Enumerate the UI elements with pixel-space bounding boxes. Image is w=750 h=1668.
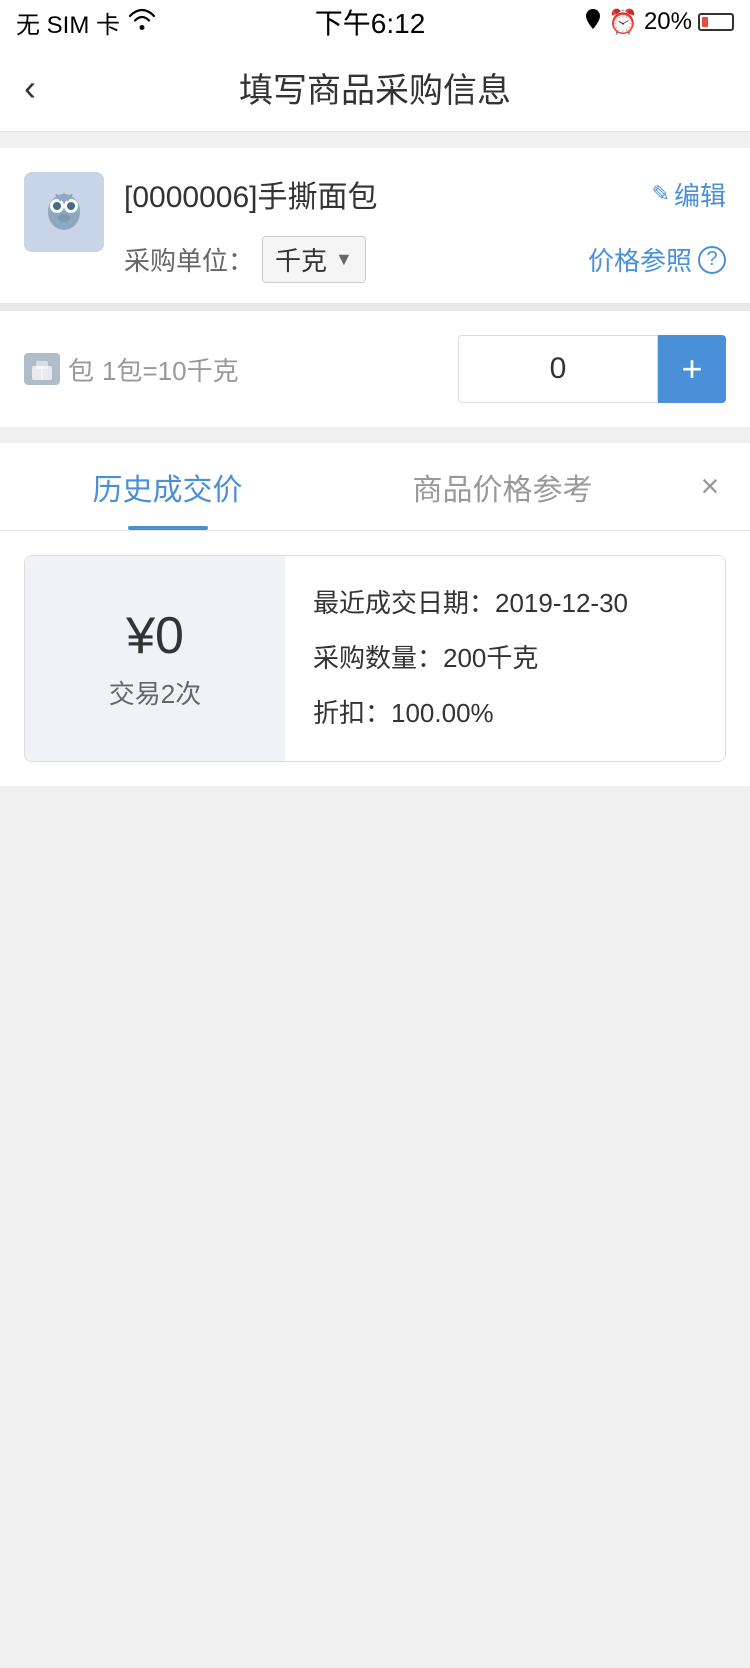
status-left: 无 SIM 卡	[16, 5, 156, 40]
product-thumb-icon	[38, 182, 90, 243]
pack-label: 包	[68, 351, 94, 388]
plus-icon: +	[681, 348, 702, 390]
alarm-icon: ⏰	[608, 8, 638, 37]
tabs-header: 历史成交价 商品价格参考 ×	[0, 443, 750, 531]
edit-button[interactable]: ✎ 编辑	[652, 176, 726, 213]
history-price-symbol: ¥	[126, 607, 155, 665]
product-name: [0000006]手撕面包	[124, 172, 377, 216]
product-name-row: [0000006]手撕面包 ✎ 编辑	[124, 172, 726, 216]
divider	[0, 303, 750, 311]
history-date-label: 最近成交日期：	[313, 588, 495, 618]
unit-value: 千克	[275, 241, 327, 278]
product-card: [0000006]手撕面包 ✎ 编辑 采购单位： 千克 ▼ 价格参照 ?	[0, 148, 750, 303]
tabs-panel: 历史成交价 商品价格参考 × ¥0 交易2次 最近成交日期：2019-12-30…	[0, 443, 750, 786]
history-price-value: 0	[155, 607, 184, 665]
status-bar: 无 SIM 卡 下午6:12 ⏰ 20%	[0, 0, 750, 44]
status-time: 下午6:12	[315, 2, 426, 42]
history-price: ¥0	[126, 606, 184, 666]
history-card: ¥0 交易2次 最近成交日期：2019-12-30 采购数量：200千克 折扣：…	[24, 555, 726, 762]
battery-icon	[698, 13, 734, 31]
history-right-panel: 最近成交日期：2019-12-30 采购数量：200千克 折扣：100.00%	[285, 556, 725, 761]
history-quantity-row: 采购数量：200千克	[313, 639, 697, 678]
battery-percentage: 20%	[644, 8, 692, 36]
history-date-row: 最近成交日期：2019-12-30	[313, 584, 697, 623]
history-quantity-value: 200千克	[443, 643, 538, 673]
page-background	[0, 786, 750, 1668]
history-quantity-label: 采购数量：	[313, 643, 443, 673]
page-title: 填写商品采购信息	[239, 63, 511, 112]
product-unit-row: 采购单位： 千克 ▼ 价格参照 ?	[124, 236, 726, 283]
back-button[interactable]: ‹	[24, 59, 48, 117]
quantity-plus-button[interactable]: +	[658, 335, 726, 403]
unit-label: 采购单位：	[124, 241, 254, 278]
tab-product-price[interactable]: 商品价格参考	[335, 443, 670, 530]
tab-history-label: 历史成交价	[93, 465, 243, 509]
product-header: [0000006]手撕面包 ✎ 编辑 采购单位： 千克 ▼ 价格参照 ?	[24, 172, 726, 283]
pack-icon	[24, 353, 60, 385]
edit-icon: ✎	[652, 181, 670, 207]
tab-history-price[interactable]: 历史成交价	[0, 443, 335, 530]
pack-conversion: 1包=10千克	[102, 351, 239, 388]
history-content: ¥0 交易2次 最近成交日期：2019-12-30 采购数量：200千克 折扣：…	[0, 531, 750, 786]
history-discount-label: 折扣：	[313, 698, 391, 728]
product-info: [0000006]手撕面包 ✎ 编辑 采购单位： 千克 ▼ 价格参照 ?	[124, 172, 726, 283]
close-icon: ×	[701, 468, 720, 505]
tab-product-label: 商品价格参考	[413, 465, 593, 509]
price-ref-label: 价格参照	[588, 241, 692, 278]
history-left-panel: ¥0 交易2次	[25, 556, 285, 761]
edit-label: 编辑	[674, 176, 726, 213]
carrier-text: 无 SIM 卡	[16, 5, 120, 40]
tab-close-button[interactable]: ×	[670, 443, 750, 530]
unit-chevron-icon: ▼	[335, 249, 353, 270]
price-ref-button[interactable]: 价格参照 ?	[588, 241, 726, 278]
quantity-row: 包 1包=10千克 +	[0, 311, 750, 427]
status-right: ⏰ 20%	[584, 8, 734, 37]
price-ref-help-icon: ?	[698, 246, 726, 274]
quantity-input-wrapper: +	[259, 335, 726, 403]
unit-pack: 包 1包=10千克	[24, 351, 239, 388]
nav-bar: ‹ 填写商品采购信息	[0, 44, 750, 132]
history-date-value: 2019-12-30	[495, 588, 628, 618]
history-discount-value: 100.00%	[391, 698, 494, 728]
history-trade-count: 交易2次	[109, 674, 201, 711]
history-discount-row: 折扣：100.00%	[313, 694, 697, 733]
location-icon	[584, 8, 602, 37]
unit-select[interactable]: 千克 ▼	[262, 236, 366, 283]
product-thumbnail	[24, 172, 104, 252]
wifi-icon	[128, 8, 156, 37]
quantity-input[interactable]	[458, 335, 658, 403]
